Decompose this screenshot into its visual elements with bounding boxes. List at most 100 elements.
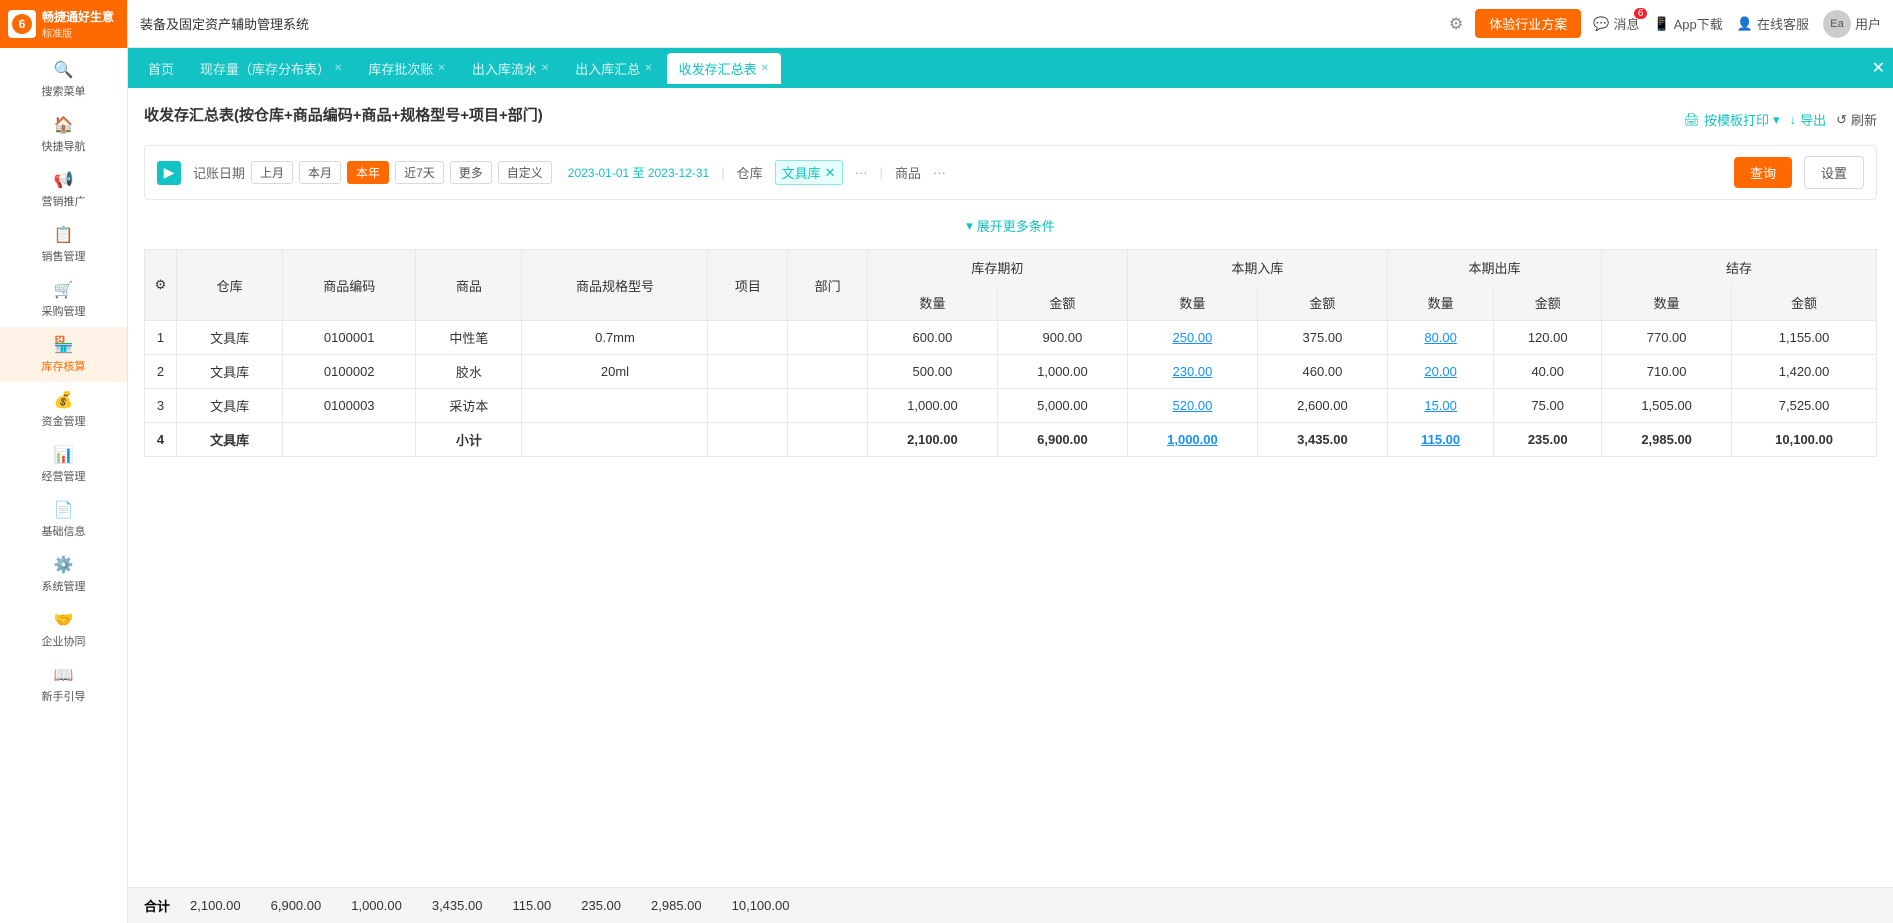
tab-inout-summary[interactable]: 出入库汇总 ✕: [563, 53, 664, 84]
search-icon: 🔍: [54, 60, 74, 80]
operations-icon: 📊: [54, 445, 74, 465]
sidebar-item-operations[interactable]: 📊 经营管理: [0, 437, 127, 492]
sidebar-item-marketing[interactable]: 📢 营销推广: [0, 162, 127, 217]
trial-button[interactable]: 体验行业方案: [1475, 9, 1581, 38]
warehouse-more-ellipsis[interactable]: ···: [855, 165, 868, 180]
product-ellipsis[interactable]: ···: [933, 165, 946, 180]
home-icon: 🏠: [54, 115, 74, 135]
th-product-spec: 商品规格型号: [522, 250, 708, 321]
filter-date-group: 记账日期 上月 本月 本年 近7天 更多 自定义: [193, 161, 552, 184]
page-wrapper: 收发存汇总表(按仓库+商品编码+商品+规格型号+项目+部门) 🖨 按模板打印 ▾…: [128, 88, 1893, 923]
tab-batch-close[interactable]: ✕: [437, 63, 445, 74]
tab-inout-summary-close[interactable]: ✕: [644, 63, 652, 74]
sidebar-item-guide[interactable]: 📖 新手引导: [0, 657, 127, 712]
row1-out-qty[interactable]: 80.00: [1387, 321, 1493, 355]
date-btn-7days[interactable]: 近7天: [395, 161, 444, 184]
date-btn-custom[interactable]: 自定义: [498, 161, 552, 184]
tab-home-label: 首页: [148, 59, 174, 78]
tab-stock-dist-label: 现存量（库存分布表）: [200, 59, 330, 78]
th-out: 本期出库: [1387, 250, 1601, 286]
th-in-qty: 数量: [1127, 285, 1257, 321]
sidebar-item-purchase[interactable]: 🛒 采购管理: [0, 272, 127, 327]
row2-out-qty[interactable]: 20.00: [1387, 355, 1493, 389]
user-button[interactable]: Ea 用户: [1823, 10, 1881, 38]
sidebar-logo: 6: [8, 10, 36, 38]
date-btn-last-month[interactable]: 上月: [251, 161, 293, 184]
row1-dept: [788, 321, 868, 355]
sidebar-item-search[interactable]: 🔍 搜索菜单: [0, 52, 127, 107]
topbar-settings-icon[interactable]: ⚙: [1449, 14, 1463, 34]
tab-recv-send-label: 收发存汇总表: [679, 59, 757, 78]
subtotal-close-qty: 2,985.00: [1602, 423, 1732, 457]
subtotal-open-qty: 2,100.00: [867, 423, 997, 457]
user-avatar: Ea: [1823, 10, 1851, 38]
message-icon: 💬: [1593, 16, 1609, 32]
total-close-amt-value: 10,100.00: [732, 898, 790, 913]
sidebar-item-collab[interactable]: 🤝 企业协同: [0, 602, 127, 657]
tab-recv-send-close[interactable]: ✕: [761, 63, 769, 74]
subtotal-spec: [522, 423, 708, 457]
warehouse-tag-close[interactable]: ✕: [825, 165, 836, 181]
settings-button[interactable]: 设置: [1804, 156, 1864, 189]
subtotal-out-qty[interactable]: 115.00: [1387, 423, 1493, 457]
tabs-close-all-button[interactable]: ✕: [1872, 58, 1885, 78]
filter-toggle-button[interactable]: ▶: [157, 161, 181, 185]
tab-inout-flow[interactable]: 出入库流水 ✕: [460, 53, 561, 84]
refresh-button[interactable]: ↺ 刷新: [1836, 110, 1877, 129]
row1-open-amt: 900.00: [997, 321, 1127, 355]
tab-recv-send[interactable]: 收发存汇总表 ✕: [667, 53, 781, 84]
sidebar-item-system[interactable]: ⚙️ 系统管理: [0, 547, 127, 602]
sidebar-item-finance[interactable]: 💰 资金管理: [0, 382, 127, 437]
tab-home[interactable]: 首页: [136, 53, 186, 84]
subtotal-in-qty[interactable]: 1,000.00: [1127, 423, 1257, 457]
th-opening: 库存期初: [867, 250, 1127, 286]
row3-open-amt: 5,000.00: [997, 389, 1127, 423]
th-project: 项目: [708, 250, 788, 321]
total-out-amt-item: 235.00: [581, 898, 621, 913]
sidebar-item-system-label: 系统管理: [42, 578, 86, 594]
tab-stock-dist-close[interactable]: ✕: [334, 63, 342, 74]
tab-inout-flow-close[interactable]: ✕: [541, 63, 549, 74]
date-label: 记账日期: [193, 163, 245, 182]
th-out-qty: 数量: [1387, 285, 1493, 321]
row1-spec: 0.7mm: [522, 321, 708, 355]
sidebar-item-quick[interactable]: 🏠 快捷导航: [0, 107, 127, 162]
row1-in-qty[interactable]: 250.00: [1127, 321, 1257, 355]
app-download-button[interactable]: 📱 App下载: [1653, 14, 1722, 33]
print-button[interactable]: 🖨 按模板打印 ▾: [1684, 110, 1780, 129]
date-btn-this-month[interactable]: 本月: [299, 161, 341, 184]
basic-icon: 📄: [54, 500, 74, 520]
row2-in-qty[interactable]: 230.00: [1127, 355, 1257, 389]
content-area: 收发存汇总表(按仓库+商品编码+商品+规格型号+项目+部门) 🖨 按模板打印 ▾…: [128, 88, 1893, 923]
table-row: 2 文具库 0100002 胶水 20ml 500.00 1,000.00 23…: [145, 355, 1877, 389]
sidebar-item-inventory-label: 库存核算: [42, 358, 86, 374]
marketing-icon: 📢: [54, 170, 74, 190]
row3-dept: [788, 389, 868, 423]
logo-icon: 6: [12, 14, 32, 34]
date-btn-this-year[interactable]: 本年: [347, 161, 389, 184]
expand-filters-button[interactable]: ▾ 展开更多条件: [966, 216, 1055, 235]
th-settings[interactable]: ⚙: [145, 250, 177, 321]
tab-batch[interactable]: 库存批次账 ✕: [356, 53, 457, 84]
tab-stock-dist[interactable]: 现存量（库存分布表） ✕: [188, 53, 354, 84]
service-button[interactable]: 👤 在线客服: [1737, 14, 1809, 33]
table-settings-icon[interactable]: ⚙: [155, 277, 167, 292]
date-btn-more[interactable]: 更多: [450, 161, 492, 184]
row3-in-qty[interactable]: 520.00: [1127, 389, 1257, 423]
message-button[interactable]: 💬 消息 6: [1593, 14, 1639, 33]
sidebar-item-basic[interactable]: 📄 基础信息: [0, 492, 127, 547]
sidebar-item-search-label: 搜索菜单: [42, 83, 86, 99]
purchase-icon: 🛒: [54, 280, 74, 300]
subtotal-close-amt: 10,100.00: [1732, 423, 1877, 457]
total-open-amt-item: 6,900.00: [271, 898, 322, 913]
th-warehouse: 仓库: [177, 250, 283, 321]
row3-out-qty[interactable]: 15.00: [1387, 389, 1493, 423]
th-closing: 结存: [1602, 250, 1877, 286]
sidebar-item-inventory[interactable]: 🏪 库存核算: [0, 327, 127, 382]
export-button[interactable]: ↓ 导出: [1790, 110, 1827, 129]
row2-spec: 20ml: [522, 355, 708, 389]
row1-out-amt: 120.00: [1494, 321, 1602, 355]
sidebar-item-sales[interactable]: 📋 销售管理: [0, 217, 127, 272]
query-button[interactable]: 查询: [1734, 157, 1792, 188]
total-in-qty-value: 1,000.00: [351, 898, 402, 913]
